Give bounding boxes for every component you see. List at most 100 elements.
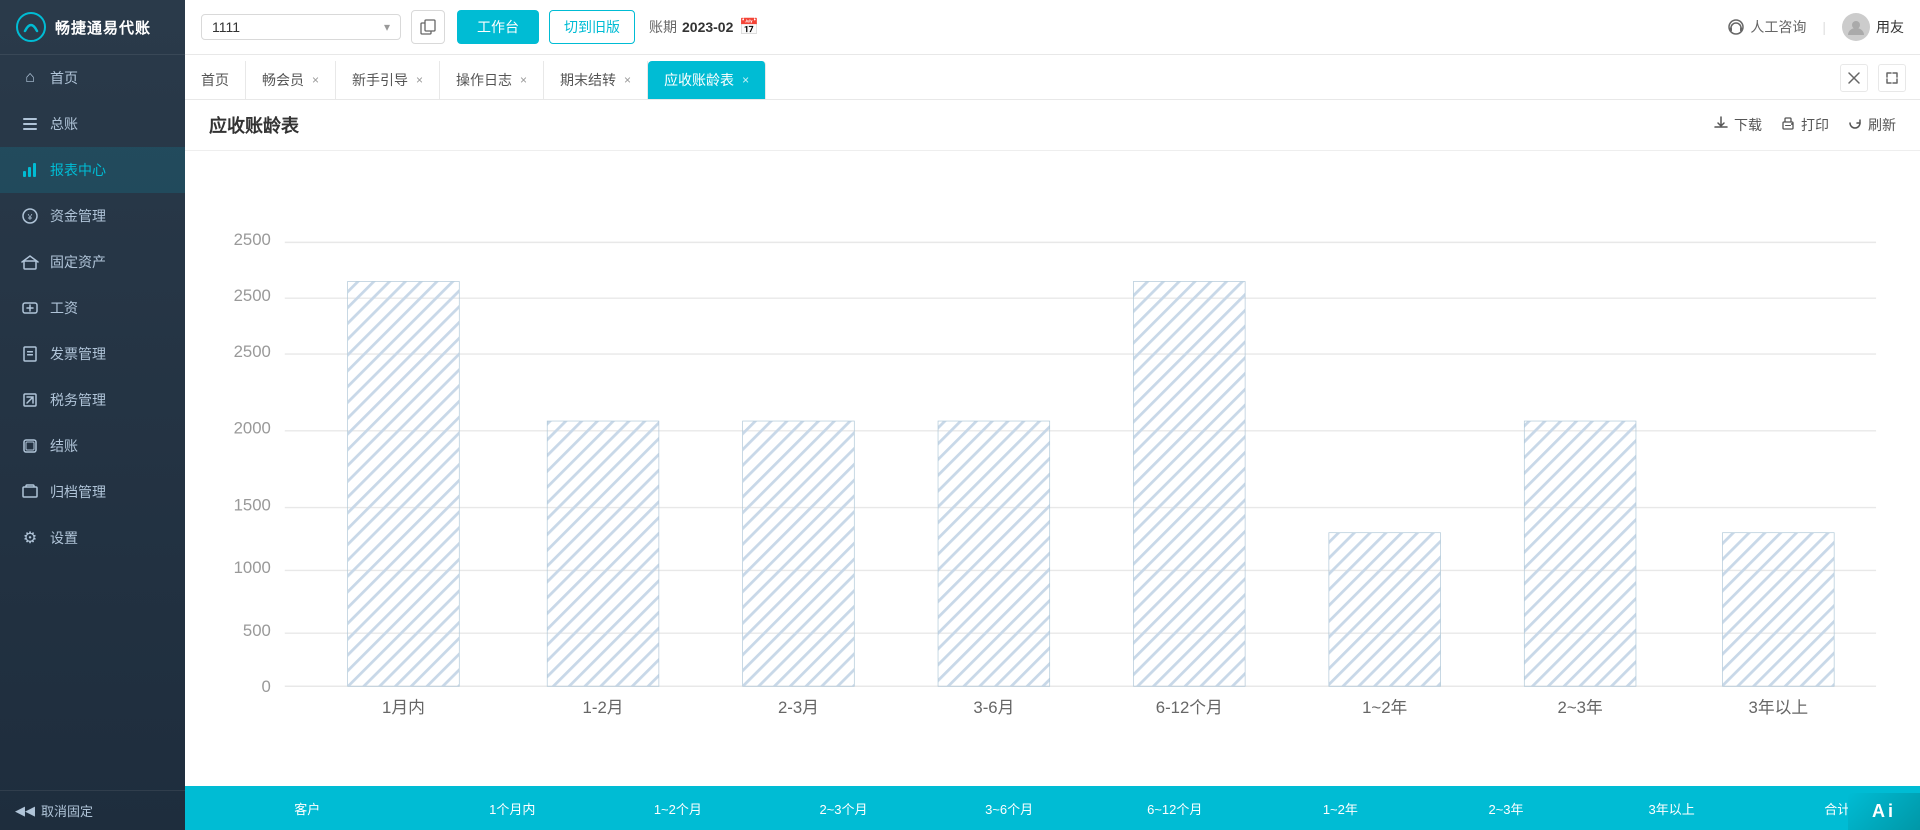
- tab-close-icon[interactable]: ×: [416, 73, 423, 87]
- sidebar-item-label: 固定资产: [50, 252, 106, 272]
- table-header: 客户 1个月内 1~2个月 2~3个月 3~6个月 6~12个月 1~2年 2~…: [185, 786, 1920, 830]
- copy-icon: [420, 19, 436, 35]
- th-1-2year: 1~2年: [1258, 799, 1424, 818]
- sidebar: 畅捷通易代账 ⌂ 首页 总账 报表中心 ¥ 资金管理: [0, 0, 185, 830]
- sidebar-item-assets[interactable]: 固定资产: [0, 239, 185, 285]
- sidebar-item-funds[interactable]: ¥ 资金管理: [0, 193, 185, 239]
- svg-text:3-6月: 3-6月: [973, 698, 1014, 717]
- sidebar-item-label: 资金管理: [50, 206, 106, 226]
- print-icon: [1780, 115, 1796, 136]
- sidebar-item-home[interactable]: ⌂ 首页: [0, 55, 185, 101]
- svg-text:2-3月: 2-3月: [778, 698, 819, 717]
- svg-text:1500: 1500: [234, 495, 271, 514]
- tab-guide[interactable]: 新手引导 ×: [336, 61, 440, 99]
- assets-icon: [20, 252, 40, 272]
- tab-vip[interactable]: 畅会员 ×: [246, 61, 336, 99]
- sidebar-item-close[interactable]: 结账: [0, 423, 185, 469]
- download-label: 下载: [1734, 115, 1762, 135]
- sidebar-item-label: 归档管理: [50, 482, 106, 502]
- home-icon: ⌂: [20, 68, 40, 88]
- switch-version-button[interactable]: 切到旧版: [549, 10, 635, 44]
- svg-text:¥: ¥: [27, 213, 33, 222]
- svg-text:2~3年: 2~3年: [1558, 698, 1603, 717]
- sidebar-item-salary[interactable]: 工资: [0, 285, 185, 331]
- logo-icon: [15, 11, 47, 43]
- page-actions: 下载 打印 刷新: [1713, 115, 1896, 136]
- svg-text:1月内: 1月内: [382, 698, 425, 717]
- salary-icon: [20, 298, 40, 318]
- sidebar-item-label: 税务管理: [50, 390, 106, 410]
- reports-icon: [20, 160, 40, 180]
- bar-chart: 2500 2500 2500 2000 1500 1000 500 0: [215, 171, 1890, 766]
- th-6-12month: 6~12个月: [1092, 799, 1258, 818]
- sidebar-footer-pin[interactable]: ◀◀ 取消固定: [0, 790, 185, 830]
- calendar-icon[interactable]: 📅: [739, 17, 759, 37]
- tab-close-icon[interactable]: ×: [742, 73, 749, 87]
- workbench-button[interactable]: 工作台: [457, 10, 539, 44]
- sidebar-item-archive[interactable]: 归档管理: [0, 469, 185, 515]
- tab-label: 应收账龄表: [664, 70, 734, 90]
- company-selector[interactable]: 1111 ▾: [201, 14, 401, 40]
- ai-badge[interactable]: Ai: [1848, 793, 1920, 830]
- support-label: 人工咨询: [1750, 17, 1806, 37]
- sidebar-item-label: 首页: [50, 68, 78, 88]
- content-area: 应收账龄表 下载 打印 刷: [185, 100, 1920, 830]
- sidebar-item-reports[interactable]: 报表中心: [0, 147, 185, 193]
- print-label: 打印: [1801, 115, 1829, 135]
- svg-text:2500: 2500: [234, 230, 271, 249]
- copy-button[interactable]: [411, 10, 445, 44]
- user-avatar: [1842, 13, 1870, 41]
- th-1month: 1个月内: [429, 799, 595, 818]
- company-dropdown-icon: ▾: [384, 20, 390, 34]
- close-all-button[interactable]: [1840, 64, 1868, 92]
- sidebar-item-label: 设置: [50, 528, 78, 548]
- tab-label: 新手引导: [352, 70, 408, 90]
- tab-label: 期末结转: [560, 70, 616, 90]
- refresh-label: 刷新: [1868, 115, 1896, 135]
- pin-icon: ◀◀: [15, 803, 35, 819]
- topbar: 1111 ▾ 工作台 切到旧版 账期 2023-02 📅 人工咨询: [185, 0, 1920, 55]
- svg-text:2500: 2500: [234, 286, 271, 305]
- svg-text:1-2月: 1-2月: [583, 698, 624, 717]
- print-button[interactable]: 打印: [1780, 115, 1829, 136]
- period-value: 2023-02: [682, 19, 733, 35]
- th-customer: 客户: [185, 799, 429, 818]
- sidebar-item-invoice[interactable]: 发票管理: [0, 331, 185, 377]
- ledger-icon: [20, 114, 40, 134]
- sidebar-footer-label: 取消固定: [41, 801, 93, 820]
- sidebar-item-label: 报表中心: [50, 160, 106, 180]
- sidebar-item-settings[interactable]: ⚙ 设置: [0, 515, 185, 561]
- tab-close-icon[interactable]: ×: [312, 73, 319, 87]
- refresh-icon: [1847, 115, 1863, 136]
- tab-home[interactable]: 首页: [185, 61, 246, 99]
- headset-icon: [1727, 18, 1745, 36]
- page-title: 应收账龄表: [209, 112, 1713, 138]
- svg-text:6-12个月: 6-12个月: [1156, 698, 1223, 717]
- tab-aging[interactable]: 应收账龄表 ×: [648, 61, 766, 99]
- tab-log[interactable]: 操作日志 ×: [440, 61, 544, 99]
- funds-icon: ¥: [20, 206, 40, 226]
- chart-container: 2500 2500 2500 2000 1500 1000 500 0: [185, 151, 1920, 786]
- sidebar-item-label: 发票管理: [50, 344, 106, 364]
- tabbar-actions: [1826, 55, 1920, 100]
- sidebar-item-ledger[interactable]: 总账: [0, 101, 185, 147]
- sidebar-item-tax[interactable]: 税务管理: [0, 377, 185, 423]
- svg-text:2500: 2500: [234, 342, 271, 361]
- refresh-button[interactable]: 刷新: [1847, 115, 1896, 136]
- user-area[interactable]: 用友: [1842, 13, 1904, 41]
- download-button[interactable]: 下载: [1713, 115, 1762, 136]
- logo-text: 畅捷通易代账: [55, 17, 151, 38]
- svg-text:500: 500: [243, 621, 271, 640]
- download-icon: [1713, 115, 1729, 136]
- page-header: 应收账龄表 下载 打印 刷: [185, 100, 1920, 151]
- tab-close-icon[interactable]: ×: [624, 73, 631, 87]
- tab-period-end[interactable]: 期末结转 ×: [544, 61, 648, 99]
- sidebar-item-label: 总账: [50, 114, 78, 134]
- tab-close-icon[interactable]: ×: [520, 73, 527, 87]
- expand-button[interactable]: [1878, 64, 1906, 92]
- tax-icon: [20, 390, 40, 410]
- svg-text:1~2年: 1~2年: [1362, 698, 1407, 717]
- svg-text:3年以上: 3年以上: [1749, 698, 1809, 717]
- support-button[interactable]: 人工咨询: [1727, 17, 1806, 37]
- th-3year-plus: 3年以上: [1589, 799, 1755, 818]
